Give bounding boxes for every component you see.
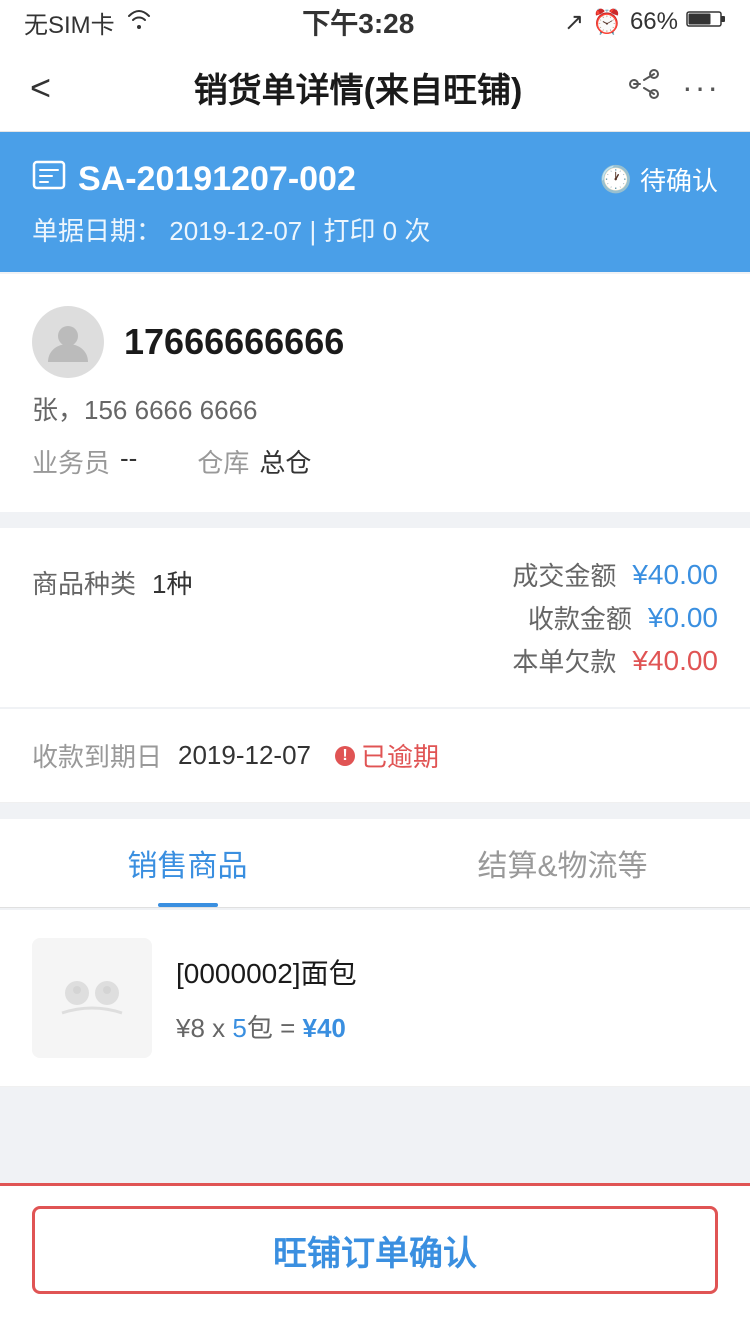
- product-qty: 5: [232, 1013, 246, 1043]
- overdue-badge: ! 已逾期: [335, 737, 439, 774]
- product-thumbnail: [32, 938, 152, 1058]
- product-unit: 包: [247, 1013, 273, 1043]
- status-bar: 无SIM卡 下午3:28 ↗ ⏰ 66%: [0, 0, 750, 44]
- product-total: ¥40: [303, 1013, 346, 1043]
- amount-label-3: 本单欠款: [512, 642, 616, 679]
- order-id-text: SA-20191207-002: [78, 160, 356, 199]
- order-status: 🕐 待确认: [600, 161, 718, 198]
- order-header: SA-20191207-002 🕐 待确认 单据日期： 2019-12-07 |…: [0, 132, 750, 272]
- product-equals: =: [273, 1013, 303, 1043]
- battery-icon: [686, 8, 726, 36]
- overdue-text: 已逾期: [361, 737, 439, 774]
- status-text: 待确认: [640, 161, 718, 198]
- amount-label-1: 成交金额: [512, 556, 616, 593]
- amount-value-1: ¥40.00: [632, 559, 718, 591]
- share-icon[interactable]: [626, 66, 662, 109]
- customer-phone: 17666666666: [124, 321, 344, 363]
- product-list: [0000002]面包 ¥8 x 5包 = ¥40: [0, 910, 750, 1087]
- due-date-card: 收款到期日 2019-12-07 ! 已逾期: [0, 709, 750, 803]
- customer-avatar: [32, 306, 104, 378]
- amount-row-1: 成交金额 ¥40.00: [512, 556, 718, 593]
- clock-icon: 🕐: [600, 164, 632, 195]
- order-icon: [32, 160, 66, 199]
- sales-label: 业务员: [32, 443, 110, 480]
- summary-card: 商品种类 1种 成交金额 ¥40.00 收款金额 ¥0.00 本单欠款 ¥40.…: [0, 528, 750, 707]
- tab-settlement[interactable]: 结算&物流等: [375, 819, 750, 907]
- amount-row-2: 收款金额 ¥0.00: [528, 599, 718, 636]
- amount-row-3: 本单欠款 ¥40.00: [512, 642, 718, 679]
- type-label: 商品种类: [32, 564, 136, 601]
- status-time: 下午3:28: [302, 2, 414, 42]
- confirm-button[interactable]: 旺铺订单确认: [32, 1206, 718, 1294]
- bottom-bar: 旺铺订单确认: [0, 1183, 750, 1334]
- sales-value: --: [120, 443, 137, 480]
- overdue-icon: !: [335, 746, 355, 766]
- product-info: [0000002]面包 ¥8 x 5包 = ¥40: [176, 952, 718, 1045]
- summary-right: 成交金额 ¥40.00 收款金额 ¥0.00 本单欠款 ¥40.00: [512, 556, 718, 679]
- battery-text: 66%: [630, 8, 678, 36]
- customer-card: 17666666666 张，156 6666 6666 业务员 -- 仓库 总仓: [0, 274, 750, 512]
- summary-left: 商品种类 1种: [32, 556, 192, 609]
- tab-settlement-label: 结算&物流等: [477, 841, 647, 885]
- product-price-row: ¥8 x 5包 = ¥40: [176, 1008, 718, 1045]
- location-icon: ↗: [564, 8, 584, 37]
- back-button[interactable]: <: [30, 67, 90, 109]
- tabs-container: 销售商品 结算&物流等: [0, 819, 750, 908]
- customer-meta: 业务员 -- 仓库 总仓: [32, 443, 718, 480]
- customer-name: 张，156 6666 6666: [32, 390, 718, 427]
- tab-sales-products[interactable]: 销售商品: [0, 819, 375, 907]
- tab-sales-label: 销售商品: [128, 841, 248, 885]
- wifi-icon: [125, 8, 153, 36]
- more-icon[interactable]: ···: [682, 69, 720, 106]
- nav-bar: < 销货单详情(来自旺铺) ···: [0, 44, 750, 132]
- order-id: SA-20191207-002: [32, 160, 356, 199]
- tab-active-indicator: [158, 903, 218, 907]
- product-price: ¥8 x: [176, 1013, 232, 1043]
- due-date-value: 2019-12-07: [178, 740, 311, 771]
- warehouse-label: 仓库: [197, 443, 249, 480]
- product-item: [0000002]面包 ¥8 x 5包 = ¥40: [0, 910, 750, 1087]
- page-title: 销货单详情(来自旺铺): [194, 63, 523, 112]
- nav-actions: ···: [626, 66, 720, 109]
- alarm-icon: ⏰: [592, 8, 622, 37]
- no-sim-text: 无SIM卡: [24, 5, 115, 40]
- status-left: 无SIM卡: [24, 5, 153, 40]
- type-value: 1种: [152, 564, 192, 601]
- order-date: 单据日期： 2019-12-07 | 打印 0 次: [32, 211, 718, 248]
- amount-label-2: 收款金额: [528, 599, 632, 636]
- product-name: [0000002]面包: [176, 952, 718, 992]
- due-label: 收款到期日: [32, 737, 162, 774]
- warehouse-value: 总仓: [259, 443, 311, 480]
- status-right: ↗ ⏰ 66%: [564, 8, 726, 37]
- amount-value-3: ¥40.00: [632, 645, 718, 677]
- amount-value-2: ¥0.00: [648, 602, 718, 634]
